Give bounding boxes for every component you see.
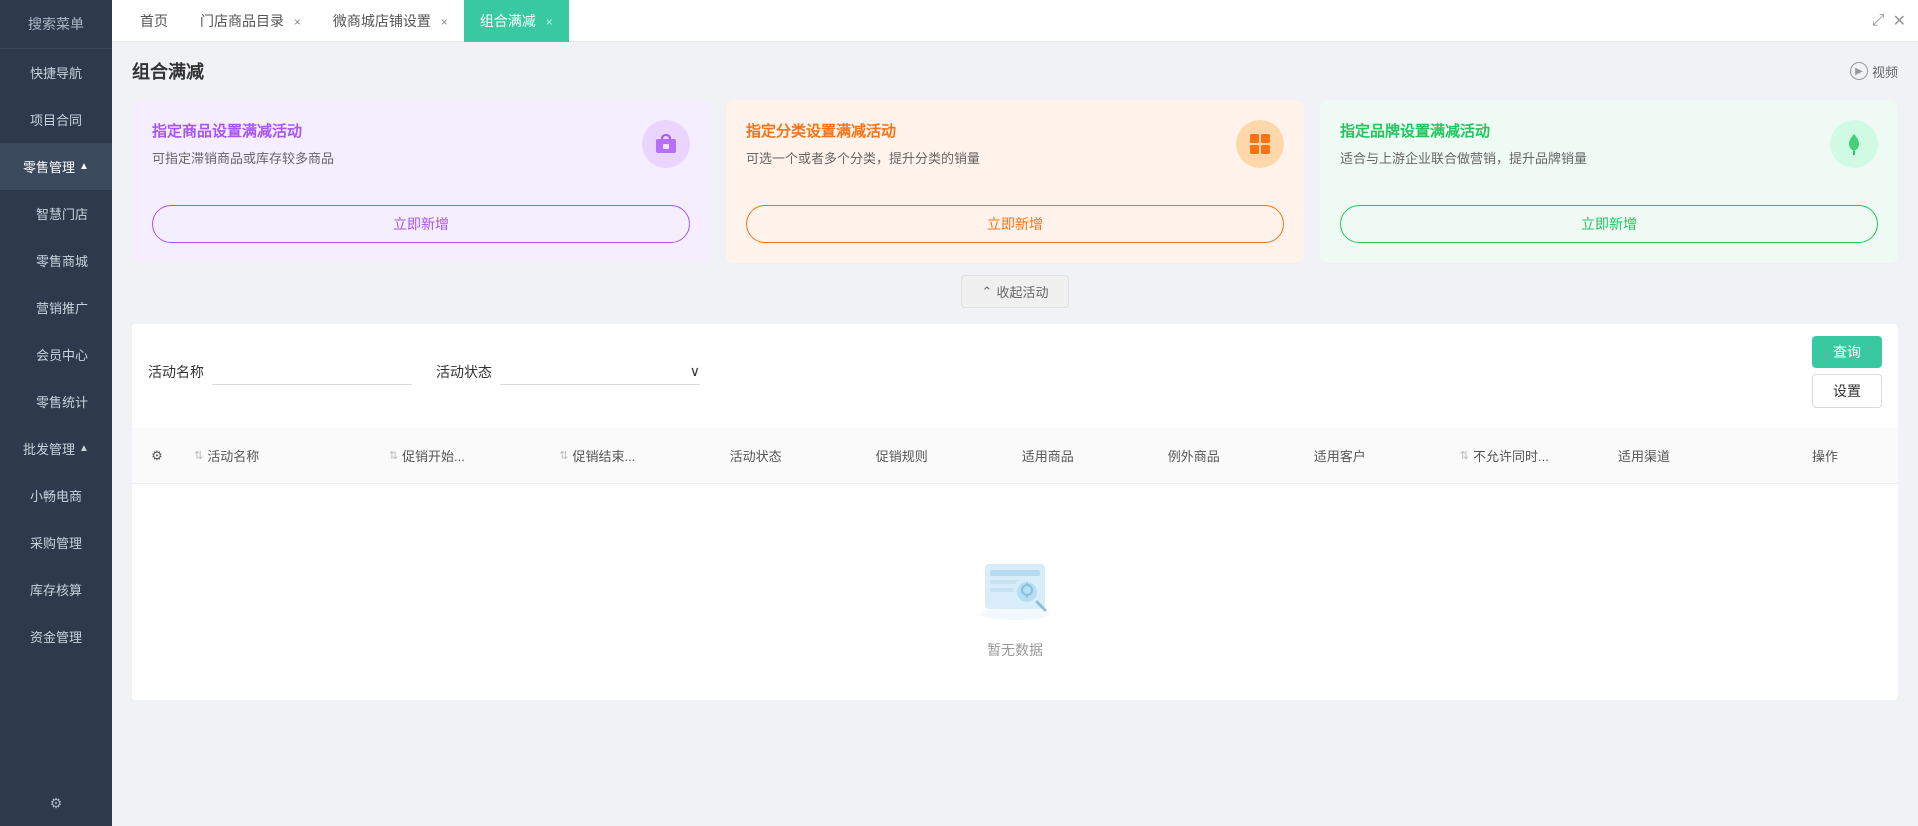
- th-notallow: ⇅ 不允许同时...: [1448, 438, 1606, 473]
- tab-close-combo-discount[interactable]: ×: [546, 15, 553, 29]
- category-card-title: 指定分类设置满减活动: [746, 120, 1284, 141]
- th-start: ⇅ 促销开始...: [377, 438, 547, 473]
- th-customer: 适用客户: [1302, 438, 1448, 473]
- tab-wechat-settings[interactable]: 微商城店铺设置 ×: [317, 0, 464, 42]
- th-end: ⇅ 促销结束...: [547, 438, 717, 473]
- th-name: ⇅ 活动名称: [182, 438, 377, 473]
- sidebar-item-xiaochang-ecom[interactable]: 小畅电商: [0, 472, 112, 519]
- main-area: 首页 门店商品目录 × 微商城店铺设置 × 组合满减 × ⤢ ✕ 组合满减 ▶ …: [112, 0, 1918, 826]
- sort-icon[interactable]: ⇅: [389, 449, 398, 462]
- sidebar-item-retail-stats[interactable]: 零售统计: [0, 378, 112, 425]
- close-icon[interactable]: ✕: [1893, 11, 1906, 31]
- gear-icon: ⚙: [50, 795, 63, 811]
- product-promo-card: 指定商品设置满减活动 可指定滞销商品或库存较多商品 立即新增: [132, 100, 710, 263]
- query-button[interactable]: 查询: [1812, 336, 1882, 368]
- filter-status-label: 活动状态: [436, 362, 492, 382]
- th-status: 活动状态: [718, 438, 864, 473]
- brand-card-btn[interactable]: 立即新增: [1340, 205, 1878, 243]
- chevron-up-icon: ⌃: [982, 284, 993, 300]
- tab-home[interactable]: 首页: [124, 0, 184, 42]
- filter-actions: 查询 设置: [1812, 336, 1882, 408]
- promotion-cards: 指定商品设置满减活动 可指定滞销商品或库存较多商品 立即新增 指定分类设置满减活…: [132, 100, 1898, 263]
- filter-name-label: 活动名称: [148, 362, 204, 382]
- video-link[interactable]: ▶ 视频: [1850, 62, 1898, 81]
- category-promo-card: 指定分类设置满减活动 可选一个或者多个分类，提升分类的销量 立即新增: [726, 100, 1304, 263]
- activity-status-select[interactable]: ∨: [500, 359, 700, 385]
- sidebar-item-capital-mgmt[interactable]: 资金管理: [0, 613, 112, 660]
- collapse-bar: ⌃ 收起活动: [132, 275, 1898, 308]
- brand-card-icon: [1830, 120, 1878, 168]
- th-goods: 适用商品: [1010, 438, 1156, 473]
- brand-card-title: 指定品牌设置满减活动: [1340, 120, 1878, 141]
- filter-row: 活动名称 活动状态 ∨ 查询 设置: [132, 324, 1898, 420]
- category-card-btn[interactable]: 立即新增: [746, 205, 1284, 243]
- filter-name-item: 活动名称: [148, 360, 412, 385]
- sidebar-item-retail-mall[interactable]: 零售商城: [0, 237, 112, 284]
- play-icon: ▶: [1850, 62, 1868, 80]
- tab-store-catalog[interactable]: 门店商品目录 ×: [184, 0, 317, 42]
- tab-close-wechat-settings[interactable]: ×: [441, 15, 448, 29]
- table-header: ⚙ ⇅ 活动名称 ⇅ 促销开始... ⇅ 促销结束...: [132, 428, 1898, 484]
- chevron-down-icon: ▲: [79, 443, 89, 454]
- sort-icon[interactable]: ⇅: [194, 449, 203, 462]
- sidebar-item-quick-nav[interactable]: 快捷导航: [0, 49, 112, 96]
- table-settings-icon: ⚙: [151, 448, 163, 464]
- th-channel: 适用渠道: [1606, 438, 1752, 473]
- sidebar-item-retail-mgmt[interactable]: 零售管理 ▲: [0, 143, 112, 190]
- empty-state: 暂无数据: [132, 484, 1898, 700]
- chevron-down-icon: ∨: [690, 363, 700, 380]
- tab-close-store-catalog[interactable]: ×: [294, 15, 301, 29]
- page-content: 组合满减 ▶ 视频 指定商品设置满减活动 可指定滞销商品或库存较多商品: [112, 42, 1918, 826]
- sidebar-item-wholesale-mgmt[interactable]: 批发管理 ▲: [0, 425, 112, 472]
- sidebar-item-purchase-mgmt[interactable]: 采购管理: [0, 519, 112, 566]
- restore-icon[interactable]: ⤢: [1872, 12, 1885, 30]
- category-card-desc: 可选一个或者多个分类，提升分类的销量: [746, 149, 1284, 185]
- brand-promo-card: 指定品牌设置满减活动 适合与上游企业联合做营销，提升品牌销量 立即新增: [1320, 100, 1898, 263]
- th-settings[interactable]: ⚙: [132, 440, 182, 472]
- filter-status-item: 活动状态 ∨: [436, 359, 700, 385]
- settings-button[interactable]: 设置: [1812, 374, 1882, 408]
- sidebar-settings-btn[interactable]: ⚙: [0, 781, 112, 826]
- sidebar: 搜索菜单 快捷导航 项目合同 零售管理 ▲ 智慧门店 零售商城 营销推广 会员中…: [0, 0, 112, 826]
- sidebar-search[interactable]: 搜索菜单: [0, 0, 112, 49]
- brand-card-desc: 适合与上游企业联合做营销，提升品牌销量: [1340, 149, 1878, 185]
- product-card-title: 指定商品设置满减活动: [152, 120, 690, 141]
- sort-icon[interactable]: ⇅: [1460, 449, 1469, 462]
- sort-icon[interactable]: ⇅: [559, 449, 568, 462]
- sidebar-item-marketing[interactable]: 营销推广: [0, 284, 112, 331]
- page-header: 组合满减 ▶ 视频: [132, 58, 1898, 84]
- empty-text: 暂无数据: [987, 640, 1043, 660]
- product-card-icon: [642, 120, 690, 168]
- collapse-activities-btn[interactable]: ⌃ 收起活动: [961, 275, 1070, 308]
- search-table-block: 活动名称 活动状态 ∨ 查询 设置: [132, 324, 1898, 700]
- sidebar-item-smart-store[interactable]: 智慧门店: [0, 190, 112, 237]
- page-title: 组合满减: [132, 58, 204, 84]
- empty-illustration: [965, 544, 1065, 624]
- th-action: 操作: [1752, 438, 1898, 473]
- sidebar-item-project-contract[interactable]: 项目合同: [0, 96, 112, 143]
- tabs-bar: 首页 门店商品目录 × 微商城店铺设置 × 组合满减 × ⤢ ✕: [112, 0, 1918, 42]
- product-card-desc: 可指定滞销商品或库存较多商品: [152, 149, 690, 185]
- sidebar-item-member-center[interactable]: 会员中心: [0, 331, 112, 378]
- tab-combo-discount[interactable]: 组合满减 ×: [464, 0, 569, 42]
- sidebar-item-inventory-calc[interactable]: 库存核算: [0, 566, 112, 613]
- product-card-btn[interactable]: 立即新增: [152, 205, 690, 243]
- activity-name-input[interactable]: [212, 360, 412, 385]
- category-card-icon: [1236, 120, 1284, 168]
- window-controls: ⤢ ✕: [1872, 11, 1906, 31]
- th-rule: 促销规则: [864, 438, 1010, 473]
- th-except: 例外商品: [1156, 438, 1302, 473]
- data-table: ⚙ ⇅ 活动名称 ⇅ 促销开始... ⇅ 促销结束...: [132, 428, 1898, 700]
- chevron-up-icon: ▲: [79, 161, 89, 172]
